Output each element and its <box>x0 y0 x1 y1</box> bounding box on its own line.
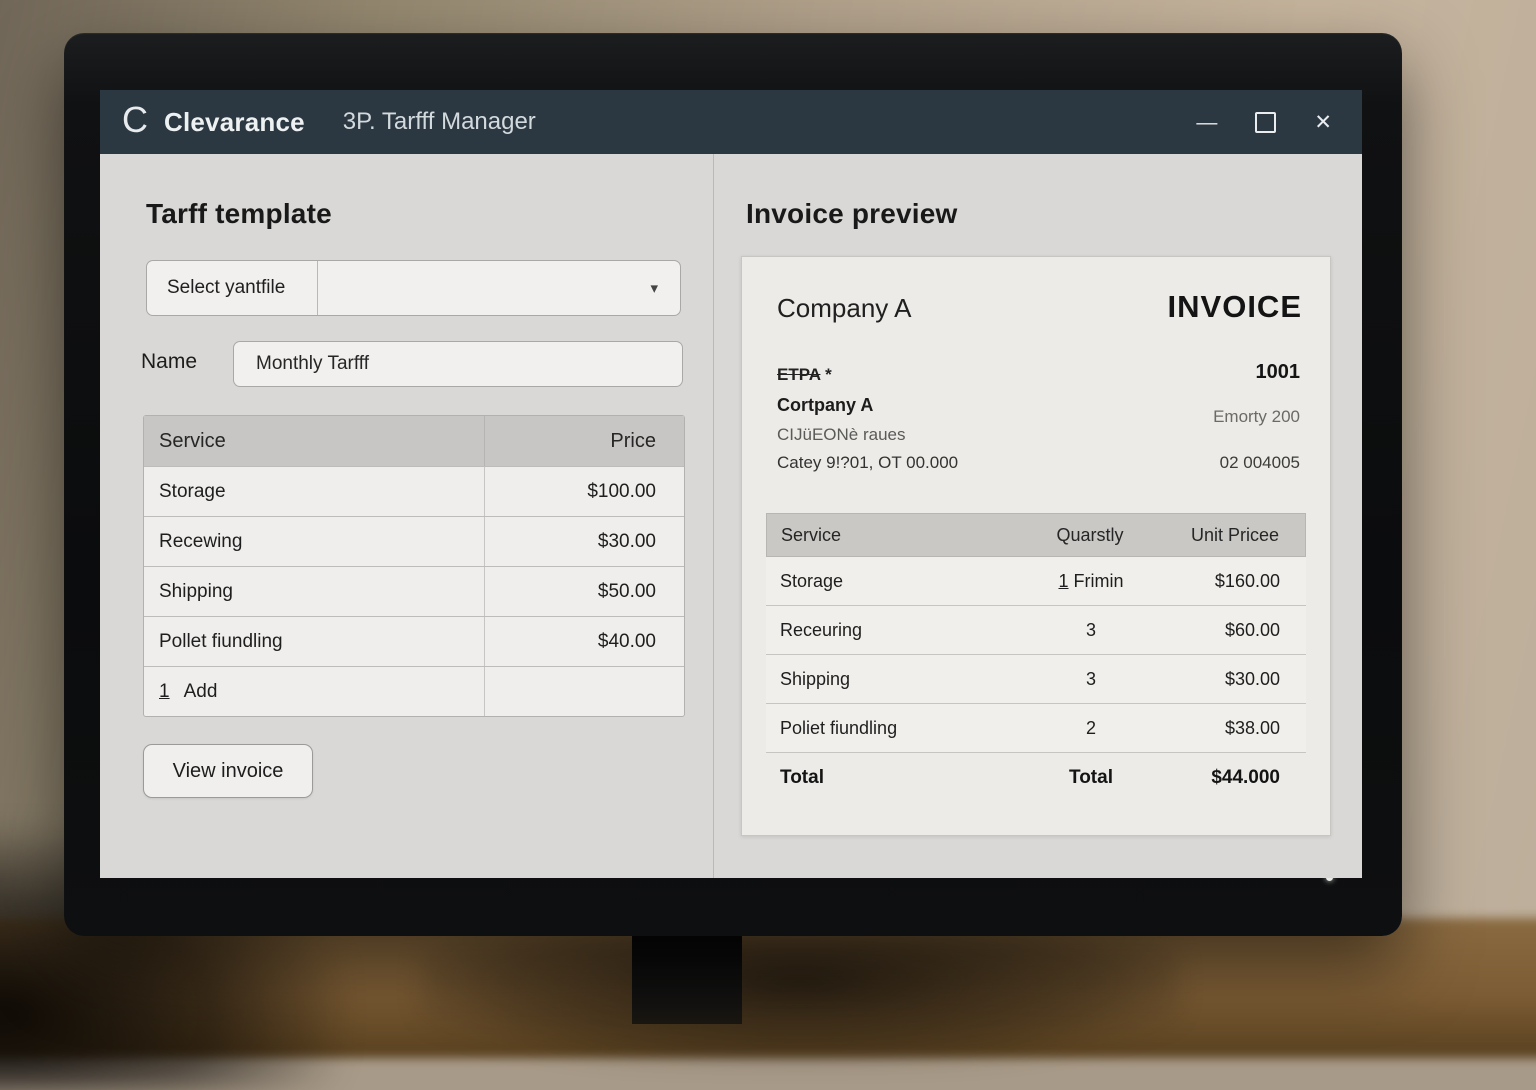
monitor-stand <box>632 934 742 1024</box>
service-cell: Shipping <box>766 669 1026 690</box>
minimize-button[interactable]: — <box>1196 112 1217 133</box>
monitor-shadow <box>420 930 1180 1060</box>
service-cell[interactable]: Shipping <box>144 581 484 603</box>
service-cell: Storage <box>766 571 1026 592</box>
table-header-row: Service Price <box>144 416 684 466</box>
quantity-text: 3 <box>1086 669 1096 689</box>
quantity-text: Frimin <box>1069 571 1124 591</box>
quantity-cell: 3 <box>1026 620 1156 641</box>
view-invoice-button[interactable]: View invoice <box>143 744 313 798</box>
chevron-down-icon: ▾ <box>650 279 680 297</box>
invoice-doc-title: INVOICE <box>1168 289 1302 325</box>
price-cell[interactable]: $30.00 <box>484 517 684 566</box>
app-logo-icon: C <box>122 102 148 138</box>
total-value: $44.000 <box>1156 767 1306 789</box>
quantity-text: 2 <box>1086 718 1096 738</box>
add-label: Add <box>184 681 218 702</box>
app-window: C Clevarance 3P. Tarfff Manager — ✕ Tarf… <box>100 90 1362 878</box>
invoice-line: Poliet fiundling 2 $38.00 <box>766 704 1306 753</box>
select-separator <box>317 261 318 315</box>
invoice-from-line3: CIJüEONè raues <box>777 425 906 445</box>
invoice-number: 1001 <box>1256 361 1301 384</box>
invoice-from-line4: Catey 9!?01, OT 00.000 <box>777 453 958 473</box>
maximize-button[interactable] <box>1255 112 1276 133</box>
invoice-table-header: Service Quarstly Unit Pricee <box>766 513 1306 557</box>
invoice-from-line1: ETPA * <box>777 365 832 385</box>
add-row[interactable]: 1 Add <box>144 666 684 716</box>
close-button[interactable]: ✕ <box>1314 112 1332 133</box>
service-cell[interactable]: Storage <box>144 481 484 503</box>
unit-price-cell: $30.00 <box>1156 669 1306 690</box>
invoice-line: Shipping 3 $30.00 <box>766 655 1306 704</box>
quantity-cell: 1 Frimin <box>1026 571 1156 592</box>
table-row[interactable]: Shipping $50.00 <box>144 566 684 616</box>
invoice-lines-table: Service Quarstly Unit Pricee Storage 1 F… <box>766 513 1306 803</box>
table-row[interactable]: Pollet fiundling $40.00 <box>144 616 684 666</box>
app-body: Tarff template Select yantfile ▾ Name Se… <box>100 154 1362 878</box>
price-cell[interactable]: $50.00 <box>484 567 684 616</box>
invoice-from-line2: Cortpany A <box>777 395 873 416</box>
table-row[interactable]: Storage $100.00 <box>144 466 684 516</box>
add-row-content[interactable]: 1 Add <box>144 681 484 703</box>
table-row[interactable]: Recewing $30.00 <box>144 516 684 566</box>
service-cell: Poliet fiundling <box>766 718 1026 739</box>
invoice-meta-line2: Emorty 200 <box>1213 407 1300 427</box>
unit-price-column-header: Unit Pricee <box>1155 525 1305 546</box>
title-bar: C Clevarance 3P. Tarfff Manager — ✕ <box>100 90 1362 154</box>
service-cell: Receuring <box>766 620 1026 641</box>
from-line1-text: ETPA <box>777 365 820 384</box>
invoice-preview-card: Company A INVOICE ETPA * Cortpany A CIJü… <box>741 256 1331 836</box>
invoice-meta-line3: 02 004005 <box>1220 453 1300 473</box>
app-brand: Clevarance <box>164 107 305 138</box>
invoice-line: Storage 1 Frimin $160.00 <box>766 557 1306 606</box>
asterisk-mark: * <box>820 365 831 384</box>
invoice-company-name: Company A <box>777 293 911 324</box>
invoice-line: Receuring 3 $60.00 <box>766 606 1306 655</box>
service-column-header: Service <box>767 525 1025 546</box>
tariff-template-heading: Tarff template <box>146 198 332 230</box>
unit-price-cell: $160.00 <box>1156 571 1306 592</box>
total-mid-label: Total <box>1026 767 1156 789</box>
service-cell[interactable]: Recewing <box>144 531 484 553</box>
unit-price-cell: $38.00 <box>1156 718 1306 739</box>
price-cell[interactable]: $40.00 <box>484 617 684 666</box>
total-label: Total <box>766 767 1026 789</box>
panel-divider <box>713 154 714 878</box>
tariff-services-table: Service Price Storage $100.00 Recewing $… <box>143 415 685 717</box>
invoice-total-row: Total Total $44.000 <box>766 753 1306 803</box>
tariff-file-select[interactable]: Select yantfile ▾ <box>146 260 681 316</box>
price-cell-empty[interactable] <box>484 667 684 716</box>
select-label: Select yantfile <box>147 277 317 299</box>
add-icon: 1 <box>159 681 170 702</box>
app-title: 3P. Tarfff Manager <box>343 108 536 136</box>
window-controls: — ✕ <box>1196 112 1332 133</box>
invoice-preview-heading: Invoice preview <box>746 198 958 230</box>
service-column-header: Service <box>144 430 484 453</box>
quantity-column-header: Quarstly <box>1025 525 1155 546</box>
price-column-header: Price <box>484 416 684 466</box>
name-input[interactable] <box>233 341 683 387</box>
service-cell[interactable]: Pollet fiundling <box>144 631 484 653</box>
quantity-text: 3 <box>1086 620 1096 640</box>
name-label: Name <box>141 350 197 374</box>
price-cell[interactable]: $100.00 <box>484 467 684 516</box>
unit-price-cell: $60.00 <box>1156 620 1306 641</box>
quantity-cell: 2 <box>1026 718 1156 739</box>
quantity-link: 1 <box>1058 571 1068 591</box>
quantity-cell: 3 <box>1026 669 1156 690</box>
